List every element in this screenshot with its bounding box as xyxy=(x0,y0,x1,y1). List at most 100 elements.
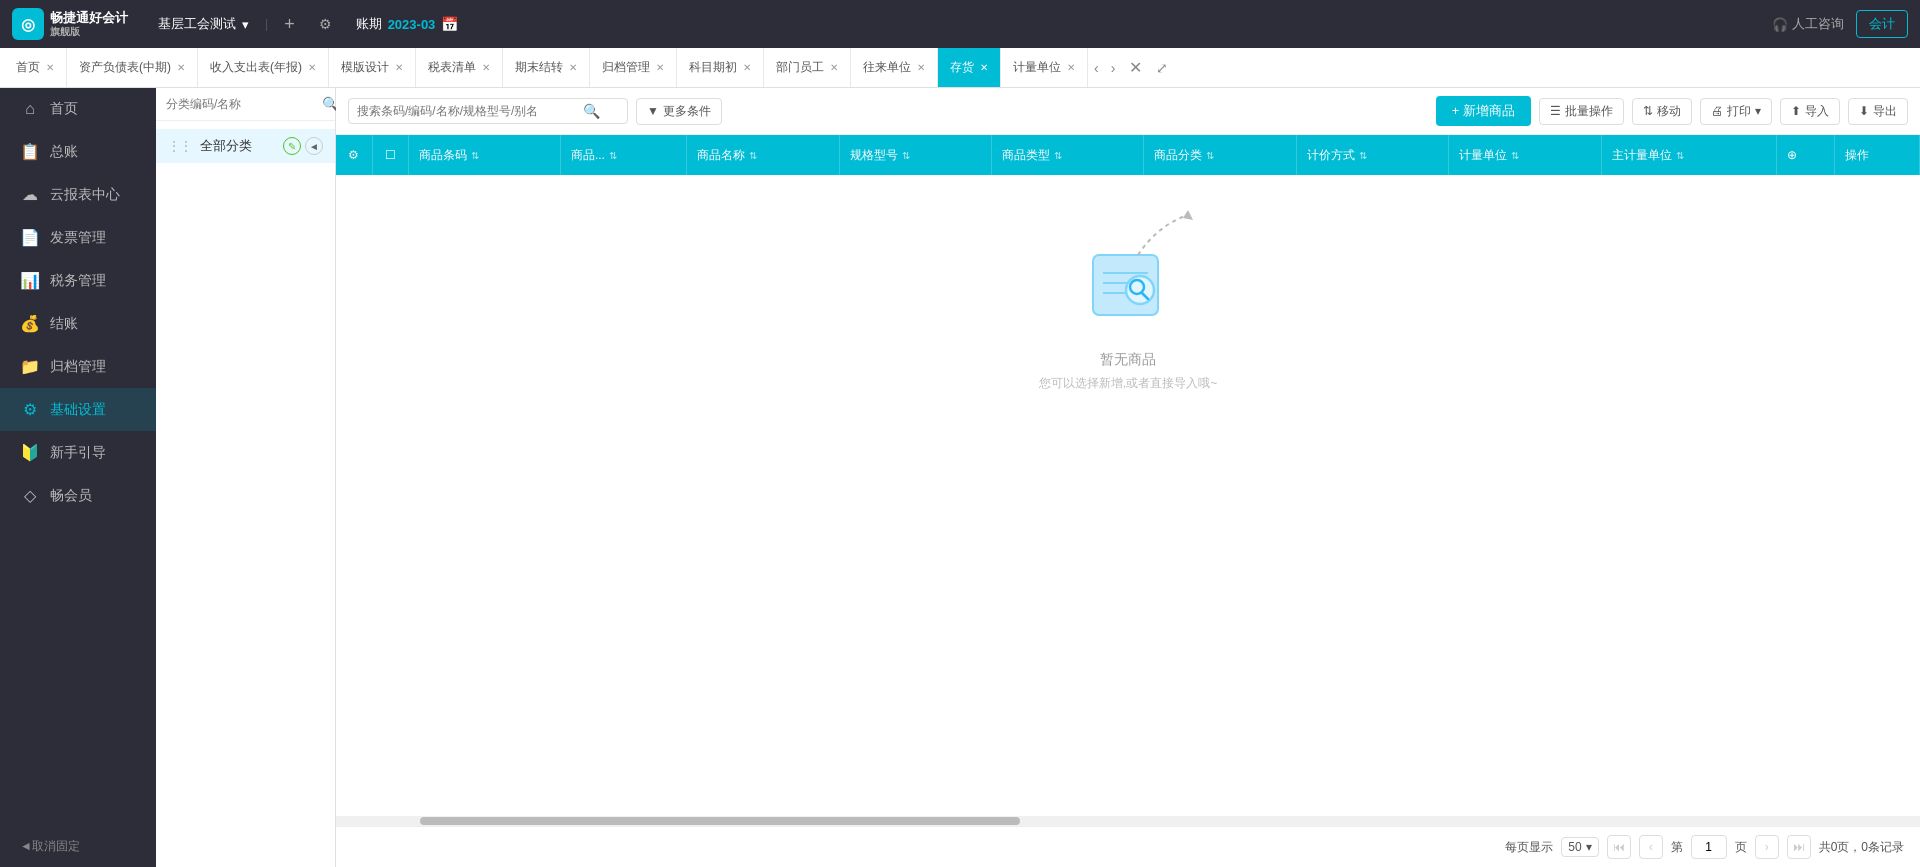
prev-page-button[interactable]: ‹ xyxy=(1639,835,1663,859)
sidebar-item-reports[interactable]: ☁ 云报表中心 xyxy=(0,173,156,216)
pagination: 每页显示 50 ▾ ⏮ ‹ 第 页 › ⏭ 共0页，0条记录 xyxy=(336,826,1920,867)
logo-icon: ◎ xyxy=(12,8,44,40)
h-scroll-thumb[interactable] xyxy=(420,817,1020,825)
header-add-button[interactable]: + xyxy=(276,10,303,39)
sidebar-item-ledger[interactable]: 📋 总账 xyxy=(0,130,156,173)
sidebar-item-settle[interactable]: 💰 结账 xyxy=(0,302,156,345)
add-product-button[interactable]: + 新增商品 xyxy=(1436,96,1531,126)
tab-close-all-button[interactable]: ✕ xyxy=(1121,48,1150,88)
tab-period[interactable]: 期末结转 ✕ xyxy=(503,48,590,88)
tab-close-customer[interactable]: ✕ xyxy=(917,62,925,73)
tab-template[interactable]: 模版设计 ✕ xyxy=(329,48,416,88)
member-icon: ◇ xyxy=(20,486,40,505)
category-list: ⋮⋮ 全部分类 ✎ ◄ xyxy=(156,121,335,867)
company-selector[interactable]: 基层工会测试 ▾ xyxy=(150,11,257,37)
product-table-container[interactable]: ⚙ ☐ 商品条码⇅ 商品...⇅ 商品名称⇅ 规格型号⇅ 商品类型⇅ 商品分类⇅… xyxy=(336,135,1920,816)
tab-inventory[interactable]: 存货 ✕ xyxy=(938,48,1001,88)
category-search-input[interactable] xyxy=(166,97,316,111)
category-all-label: 全部分类 xyxy=(200,137,252,155)
main-panel: 🔍 ▼ 更多条件 + 新增商品 ☰ 批量操作 ⇅ 移动 xyxy=(336,88,1920,867)
main-layout: ⌂ 首页 📋 总账 ☁ 云报表中心 📄 发票管理 📊 税务管理 💰 结账 📁 归… xyxy=(0,88,1920,867)
tab-close-tax[interactable]: ✕ xyxy=(482,62,490,73)
move-button[interactable]: ⇅ 移动 xyxy=(1632,98,1692,125)
tab-close-balance[interactable]: ✕ xyxy=(177,62,185,73)
tab-unit[interactable]: 计量单位 ✕ xyxy=(1001,48,1088,88)
col-checkbox[interactable]: ☐ xyxy=(372,135,408,175)
sidebar-label-invoice: 发票管理 xyxy=(50,229,106,247)
col-add[interactable]: ⊕ xyxy=(1776,135,1834,175)
col-type[interactable]: 商品类型⇅ xyxy=(992,135,1144,175)
tab-close-home[interactable]: ✕ xyxy=(46,62,54,73)
import-button[interactable]: ⬆ 导入 xyxy=(1780,98,1840,125)
batch-action-button[interactable]: ☰ 批量操作 xyxy=(1539,98,1624,125)
category-edit-button[interactable]: ✎ xyxy=(283,137,301,155)
sidebar-item-home[interactable]: ⌂ 首页 xyxy=(0,88,156,130)
tab-expand-button[interactable]: ⤢ xyxy=(1150,48,1174,88)
tab-prev-button[interactable]: ‹ xyxy=(1088,48,1105,88)
category-collapse-button[interactable]: ◄ xyxy=(305,137,323,155)
last-page-button[interactable]: ⏭ xyxy=(1787,835,1811,859)
horizontal-scrollbar[interactable] xyxy=(336,816,1920,826)
sidebar-label-archive: 归档管理 xyxy=(50,358,106,376)
col-spec[interactable]: 规格型号⇅ xyxy=(839,135,991,175)
sidebar: ⌂ 首页 📋 总账 ☁ 云报表中心 📄 发票管理 📊 税务管理 💰 结账 📁 归… xyxy=(0,88,156,867)
tab-tax[interactable]: 税表清单 ✕ xyxy=(416,48,503,88)
print-button[interactable]: 🖨 打印 ▾ xyxy=(1700,98,1772,125)
tab-close-archive[interactable]: ✕ xyxy=(656,62,664,73)
tab-dept[interactable]: 部门员工 ✕ xyxy=(764,48,851,88)
tab-home[interactable]: 首页 ✕ xyxy=(4,48,67,88)
tab-close-template[interactable]: ✕ xyxy=(395,62,403,73)
category-all-item[interactable]: ⋮⋮ 全部分类 ✎ ◄ xyxy=(156,129,335,163)
tab-income[interactable]: 收入支出表(年报) ✕ xyxy=(198,48,329,88)
account-button[interactable]: 会计 xyxy=(1856,10,1908,38)
calendar-icon[interactable]: 📅 xyxy=(441,16,458,32)
product-search-input[interactable] xyxy=(357,104,577,118)
product-search-icon[interactable]: 🔍 xyxy=(583,103,600,119)
col-category[interactable]: 商品分类⇅ xyxy=(1144,135,1296,175)
per-page-select[interactable]: 50 ▾ xyxy=(1561,837,1598,857)
tab-customer[interactable]: 往来单位 ✕ xyxy=(851,48,938,88)
tab-close-dept[interactable]: ✕ xyxy=(830,62,838,73)
tab-subject[interactable]: 科目期初 ✕ xyxy=(677,48,764,88)
print-icon: 🖨 xyxy=(1711,104,1723,118)
col-name[interactable]: 商品名称⇅ xyxy=(687,135,839,175)
sidebar-item-member[interactable]: ◇ 畅会员 xyxy=(0,474,156,517)
col-code[interactable]: 商品...⇅ xyxy=(560,135,686,175)
col-price-method[interactable]: 计价方式⇅ xyxy=(1296,135,1448,175)
sidebar-item-tax[interactable]: 📊 税务管理 xyxy=(0,259,156,302)
tab-archive[interactable]: 归档管理 ✕ xyxy=(590,48,677,88)
export-button[interactable]: ⬇ 导出 xyxy=(1848,98,1908,125)
tab-next-button[interactable]: › xyxy=(1105,48,1122,88)
col-unit[interactable]: 计量单位⇅ xyxy=(1449,135,1601,175)
col-action: 操作 xyxy=(1835,135,1920,175)
col-main-unit[interactable]: 主计量单位⇅ xyxy=(1601,135,1776,175)
toolbar: 🔍 ▼ 更多条件 + 新增商品 ☰ 批量操作 ⇅ 移动 xyxy=(336,88,1920,135)
filter-button[interactable]: ▼ 更多条件 xyxy=(636,98,722,125)
sidebar-item-invoice[interactable]: 📄 发票管理 xyxy=(0,216,156,259)
sidebar-label-reports: 云报表中心 xyxy=(50,186,120,204)
sidebar-item-settings[interactable]: ⚙ 基础设置 xyxy=(0,388,156,431)
next-page-button[interactable]: › xyxy=(1755,835,1779,859)
consult-button[interactable]: 🎧 人工咨询 xyxy=(1772,15,1844,33)
home-icon: ⌂ xyxy=(20,100,40,118)
tab-close-period[interactable]: ✕ xyxy=(569,62,577,73)
sidebar-item-guide[interactable]: 🔰 新手引导 xyxy=(0,431,156,474)
filter-icon: ▼ xyxy=(647,104,659,118)
tab-close-subject[interactable]: ✕ xyxy=(743,62,751,73)
unpin-label: ◄取消固定 xyxy=(20,838,80,855)
page-input[interactable] xyxy=(1691,835,1727,859)
sidebar-label-settle: 结账 xyxy=(50,315,78,333)
sidebar-item-archive[interactable]: 📁 归档管理 xyxy=(0,345,156,388)
tab-close-unit[interactable]: ✕ xyxy=(1067,62,1075,73)
col-barcode[interactable]: 商品条码⇅ xyxy=(408,135,560,175)
header-settings-button[interactable]: ⚙ xyxy=(311,12,340,36)
tab-balance[interactable]: 资产负债表(中期) ✕ xyxy=(67,48,198,88)
sidebar-unpin[interactable]: ◄取消固定 xyxy=(0,826,156,867)
category-panel: 🔍 ⋮⋮ 全部分类 ✎ ◄ xyxy=(156,88,336,867)
first-page-button[interactable]: ⏮ xyxy=(1607,835,1631,859)
tab-close-inventory[interactable]: ✕ xyxy=(980,62,988,73)
col-settings[interactable]: ⚙ xyxy=(336,135,372,175)
settle-icon: 💰 xyxy=(20,314,40,333)
tab-close-income[interactable]: ✕ xyxy=(308,62,316,73)
per-page-arrow: ▾ xyxy=(1586,840,1592,854)
